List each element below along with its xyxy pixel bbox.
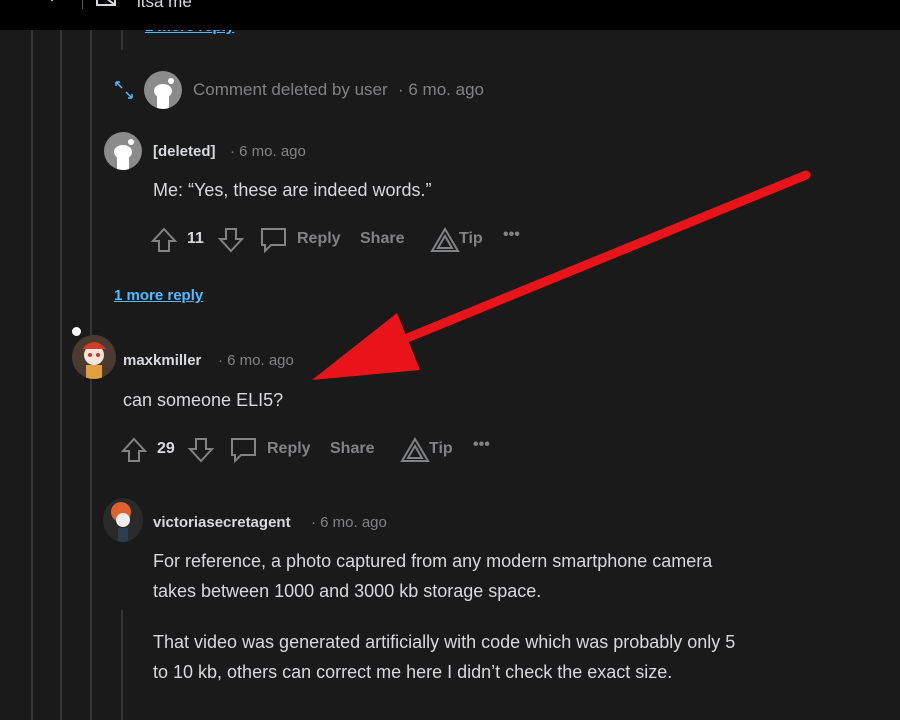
downvote-icon[interactable] [40, 0, 64, 12]
arrow-head [312, 313, 420, 380]
top-bar: itsa me [0, 0, 900, 30]
divider [82, 0, 83, 9]
partial-text: itsa me [137, 0, 192, 11]
award-icon[interactable] [96, 0, 118, 8]
red-arrow-annotation [312, 170, 811, 380]
arrow-shaft [385, 170, 811, 350]
